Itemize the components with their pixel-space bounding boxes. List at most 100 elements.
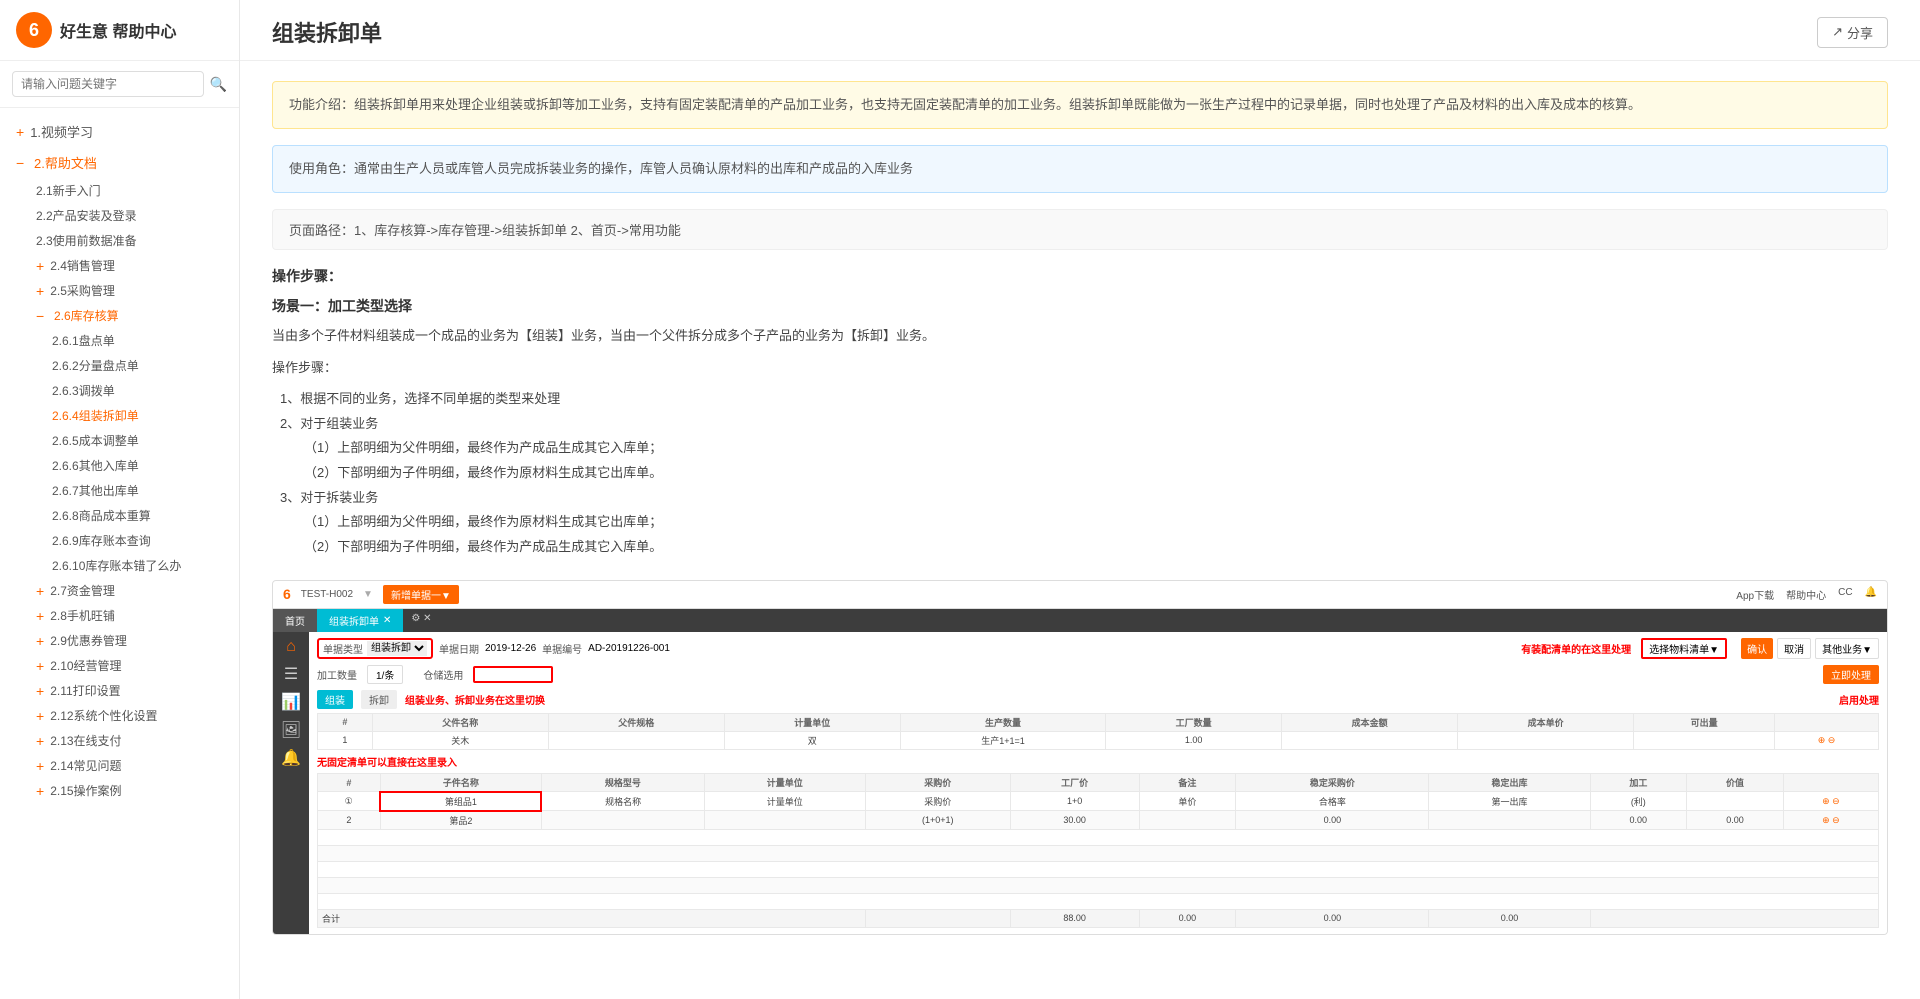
cell-index: 1 <box>318 731 373 749</box>
app-leftnav-bell[interactable]: 🔔 <box>281 748 301 768</box>
process-btn[interactable]: 立即处理 <box>1823 665 1879 684</box>
annotation-enable: 启用处理 <box>1839 692 1879 707</box>
app-form-area: 单据类型 组装拆卸 单据日期 2019-12-26 单据编号 AD-201912… <box>309 632 1887 934</box>
expand-icon: + <box>36 633 44 649</box>
cell-row-action[interactable]: ⊕ ⊖ <box>1774 731 1878 749</box>
cell-prod-qty: 生产1+1=1 <box>900 731 1105 749</box>
close-icon[interactable]: ✕ <box>383 615 391 626</box>
collapse-icon: − <box>36 308 48 324</box>
ops-title: 操作步骤： <box>272 266 1888 286</box>
sidebar-item-assemble[interactable]: 2.6.4组装拆卸单 <box>44 403 239 428</box>
cancel-btn[interactable]: 取消 <box>1777 638 1811 659</box>
cell-cost-amt <box>1282 731 1458 749</box>
table-row: 1 关木 双 生产1+1=1 1.00 ⊕ ⊖ <box>318 731 1879 749</box>
cell-parent-name: 关木 <box>372 731 548 749</box>
cell-val2: 0.00 <box>1687 811 1784 830</box>
col-qty: 生产数量 <box>900 713 1105 731</box>
app-topbar-help[interactable]: 帮助中心 <box>1786 587 1826 602</box>
sidebar-item-cases[interactable]: + 2.15操作案例 <box>28 778 239 803</box>
sidebar-item-print[interactable]: + 2.11打印设置 <box>28 678 239 703</box>
step2a: （1）上部明细为父件明细，最终作为产成品生成其它入库单； <box>304 436 1888 461</box>
table-row-empty3 <box>318 861 1879 877</box>
sidebar-item-newcomer[interactable]: 2.1新手入门 <box>28 178 239 203</box>
sidebar-item-otherOut[interactable]: 2.6.7其他出库单 <box>44 478 239 503</box>
cell-remark1: 单价 <box>1139 792 1236 811</box>
sidebar-item-docs[interactable]: − 2.帮助文档 <box>0 147 239 178</box>
footer-label: 合计 <box>318 909 866 927</box>
sidebar-item-mobile[interactable]: + 2.8手机旺铺 <box>28 603 239 628</box>
sidebar-item-install[interactable]: 2.2产品安装及登录 <box>28 203 239 228</box>
table-row: 2 第品2 (1+0+1) 30.00 0.00 0.00 0.00 <box>318 811 1879 830</box>
sidebar-item-predata[interactable]: 2.3使用前数据准备 <box>28 228 239 253</box>
app-nav-current[interactable]: 组装拆卸单 ✕ <box>317 609 403 632</box>
sidebar-item-inventory[interactable]: − 2.6库存核算 <box>28 303 239 328</box>
search-input[interactable] <box>12 71 204 97</box>
app-new-btn[interactable]: 新增单据一▼ <box>383 585 459 604</box>
action-btns: 确认 取消 其他业务▼ <box>1741 638 1879 659</box>
qty-label: 加工数量 <box>317 667 357 682</box>
assemble-btn[interactable]: 组装 <box>317 690 353 709</box>
sidebar-item-payment[interactable]: + 2.13在线支付 <box>28 728 239 753</box>
logo-icon: 6 <box>16 12 52 48</box>
sidebar-item-label: 2.7资金管理 <box>50 582 115 599</box>
sidebar-item-label: 2.帮助文档 <box>34 153 97 172</box>
search-icon[interactable]: 🔍 <box>210 76 227 93</box>
sidebar-item-costadj[interactable]: 2.6.5成本调整单 <box>44 428 239 453</box>
app-topbar-notification: 🔔 <box>1865 587 1877 602</box>
sidebar-item-stockQuery[interactable]: 2.6.9库存账本查询 <box>44 528 239 553</box>
cell-pur-price1: 采购价 <box>865 792 1010 811</box>
child-table: # 子件名称 规格型号 计量单位 采购价 工厂价 备注 稳定采购价 稳定出库 加… <box>317 773 1879 928</box>
sidebar-item-otherIn[interactable]: 2.6.6其他入库单 <box>44 453 239 478</box>
cell-stable1: 合格率 <box>1236 792 1429 811</box>
app-leftnav-list[interactable]: ☰ <box>284 664 298 684</box>
qty-value: 1/条 <box>367 665 403 684</box>
sidebar-item-finance[interactable]: + 2.7资金管理 <box>28 578 239 603</box>
sidebar-item-sales[interactable]: + 2.4销售管理 <box>28 253 239 278</box>
confirm-btn[interactable]: 确认 <box>1741 638 1773 659</box>
sidebar-item-stockError[interactable]: 2.6.10库存账本错了么办 <box>44 553 239 578</box>
warehouse-input[interactable] <box>473 666 553 683</box>
sidebar-item-label: 2.6.7其他出库单 <box>52 482 139 499</box>
ops-steps-title: 操作步骤： <box>272 356 1888 379</box>
app-topbar-sep: ▼ <box>363 589 373 600</box>
share-label: 分享 <box>1847 23 1873 42</box>
cell-action1[interactable]: ⊕ ⊖ <box>1783 792 1878 811</box>
bom-select-btn[interactable]: 选择物料清单▼ <box>1641 638 1727 659</box>
sidebar-item-partition[interactable]: 2.6.2分量盘点单 <box>44 353 239 378</box>
expand-icon: + <box>36 683 44 699</box>
app-leftnav-img[interactable]: 🖼 <box>281 720 301 740</box>
sidebar-item-faq[interactable]: + 2.14常见问题 <box>28 753 239 778</box>
func-desc-box: 功能介绍：组装拆卸单用来处理企业组装或拆卸等加工业务，支持有固定装配清单的产品加… <box>272 81 1888 129</box>
table-row: ① 第组品1 规格名称 计量单位 采购价 1+0 单价 合格率 第一出库 (利) <box>318 792 1879 811</box>
step3b: （2）下部明细为子件明细，最终作为产成品生成其它入库单。 <box>304 535 1888 560</box>
app-topbar-cc[interactable]: CC <box>1838 587 1852 602</box>
cell-action2[interactable]: ⊕ ⊖ <box>1783 811 1878 830</box>
cell-child-unit1: 计量单位 <box>704 792 865 811</box>
app-nav-home[interactable]: 首页 <box>273 609 317 632</box>
sidebar-item-sysconfig[interactable]: + 2.12系统个性化设置 <box>28 703 239 728</box>
share-button[interactable]: ↗ 分享 <box>1817 17 1888 48</box>
sidebar-item-costCalc[interactable]: 2.6.8商品成本重算 <box>44 503 239 528</box>
type-field-highlight: 单据类型 组装拆卸 <box>317 638 433 659</box>
disassemble-btn[interactable]: 拆卸 <box>361 690 397 709</box>
expand-icon: + <box>36 733 44 749</box>
col-child-action <box>1783 773 1878 792</box>
sidebar-item-coupon[interactable]: + 2.9优惠券管理 <box>28 628 239 653</box>
sidebar-item-purchase[interactable]: + 2.5采购管理 <box>28 278 239 303</box>
app-body: ⌂ ☰ 📊 🖼 🔔 单据类型 组装拆卸 <box>273 632 1887 934</box>
app-nav-icons[interactable]: ⚙ ✕ <box>403 609 439 632</box>
app-topbar-applink[interactable]: App下载 <box>1736 587 1774 602</box>
sidebar-item-label: 2.2产品安装及登录 <box>36 207 137 224</box>
other-btn[interactable]: 其他业务▼ <box>1815 638 1879 659</box>
sidebar-item-business[interactable]: + 2.10经营管理 <box>28 653 239 678</box>
sidebar-item-stocktake[interactable]: 2.6.1盘点单 <box>44 328 239 353</box>
sidebar-item-adjust[interactable]: 2.6.3调拨单 <box>44 378 239 403</box>
app-leftnav-home[interactable]: ⌂ <box>286 638 296 656</box>
sidebar-item-label: 2.6.3调拨单 <box>52 382 115 399</box>
sidebar-item-videos[interactable]: + 1.视频学习 <box>0 116 239 147</box>
type-select[interactable]: 组装拆卸 <box>367 641 427 656</box>
cell-fact-price1: 1+0 <box>1010 792 1139 811</box>
app-leftnav-graph[interactable]: 📊 <box>281 692 301 712</box>
share-icon: ↗ <box>1832 24 1843 40</box>
sidebar-item-label: 2.6.8商品成本重算 <box>52 507 151 524</box>
